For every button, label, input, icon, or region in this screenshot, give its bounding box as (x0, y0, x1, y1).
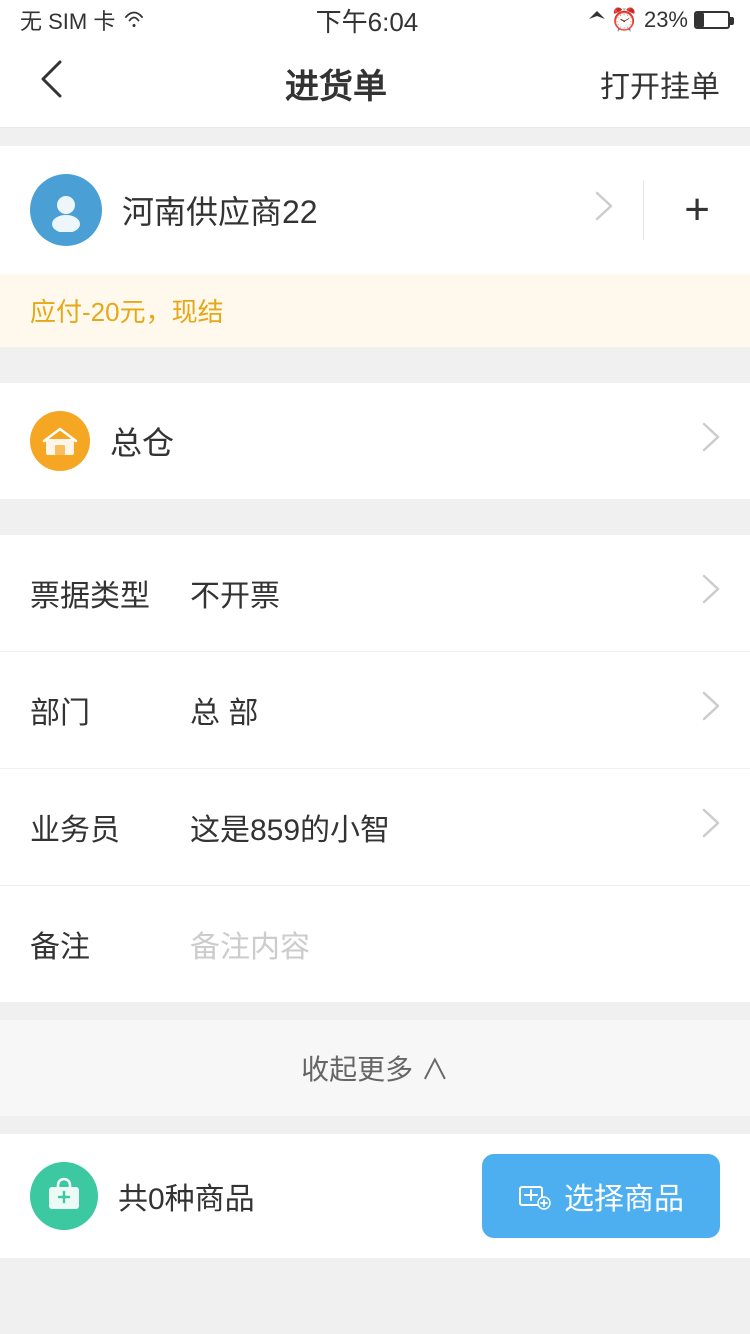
salesperson-label: 业务员 (30, 805, 170, 849)
select-product-label: 选择商品 (564, 1174, 684, 1218)
department-label: 部门 (30, 688, 170, 732)
remark-label: 备注 (30, 922, 170, 966)
page-title: 进货单 (285, 59, 387, 108)
product-count-text: 共0种商品 (118, 1174, 482, 1218)
gap-1 (0, 128, 750, 146)
battery-icon (694, 11, 730, 29)
nav-bar: 进货单 打开挂单 (0, 40, 750, 128)
product-icon (30, 1162, 98, 1230)
invoice-type-label: 票据类型 (30, 571, 170, 615)
warehouse-row[interactable]: 总仓 (0, 383, 750, 499)
add-supplier-button[interactable]: + (674, 185, 720, 235)
status-time: 下午6:04 (316, 2, 419, 39)
open-pending-button[interactable]: 打开挂单 (600, 62, 720, 106)
supplier-actions: + (595, 180, 720, 240)
back-button[interactable] (30, 50, 72, 118)
salesperson-chevron-icon (702, 808, 720, 846)
invoice-chevron-icon (702, 574, 720, 612)
gap-2 (0, 365, 750, 383)
content-area: 河南供应商22 + 应付-20元，现结 (0, 128, 750, 1258)
department-value: 总 部 (170, 688, 702, 732)
remark-row[interactable]: 备注 备注内容 (0, 886, 750, 1002)
supplier-name: 河南供应商22 (122, 187, 595, 233)
bottom-bar: 共0种商品 选择商品 (0, 1134, 750, 1258)
salesperson-row[interactable]: 业务员 这是859的小智 (0, 769, 750, 886)
salesperson-value: 这是859的小智 (170, 805, 702, 849)
select-product-button[interactable]: 选择商品 (482, 1154, 720, 1238)
select-product-icon (518, 1179, 552, 1213)
battery-percentage: 23% (644, 7, 688, 33)
supplier-section: 河南供应商22 + 应付-20元，现结 (0, 146, 750, 347)
supplier-row[interactable]: 河南供应商22 + (0, 146, 750, 274)
invoice-type-value: 不开票 (170, 571, 702, 615)
remark-placeholder: 备注内容 (170, 922, 720, 966)
gap-3 (0, 517, 750, 535)
alarm-icon: ⏰ (611, 7, 638, 33)
form-section: 票据类型 不开票 部门 总 部 业务员 这是859的小智 (0, 517, 750, 1002)
status-right: ⏰ 23% (589, 7, 730, 33)
department-chevron-icon (702, 691, 720, 729)
supplier-avatar (30, 174, 102, 246)
notice-bar: 应付-20元，现结 (0, 274, 750, 347)
supplier-chevron-icon (595, 191, 613, 229)
collapse-label: 收起更多 ∧ (301, 1054, 449, 1085)
status-left: 无 SIM 卡 (20, 4, 145, 36)
warehouse-section: 总仓 (0, 365, 750, 499)
invoice-type-row[interactable]: 票据类型 不开票 (0, 535, 750, 652)
warehouse-icon (30, 411, 90, 471)
carrier-text: 无 SIM 卡 (20, 4, 115, 36)
location-icon (589, 7, 605, 33)
warehouse-chevron-icon (702, 422, 720, 460)
department-row[interactable]: 部门 总 部 (0, 652, 750, 769)
notice-text: 应付-20元，现结 (30, 297, 224, 327)
collapse-bar[interactable]: 收起更多 ∧ (0, 1020, 750, 1116)
wifi-icon (123, 7, 145, 33)
warehouse-name: 总仓 (110, 418, 702, 464)
vertical-divider (643, 180, 644, 240)
status-bar: 无 SIM 卡 下午6:04 ⏰ 23% (0, 0, 750, 40)
